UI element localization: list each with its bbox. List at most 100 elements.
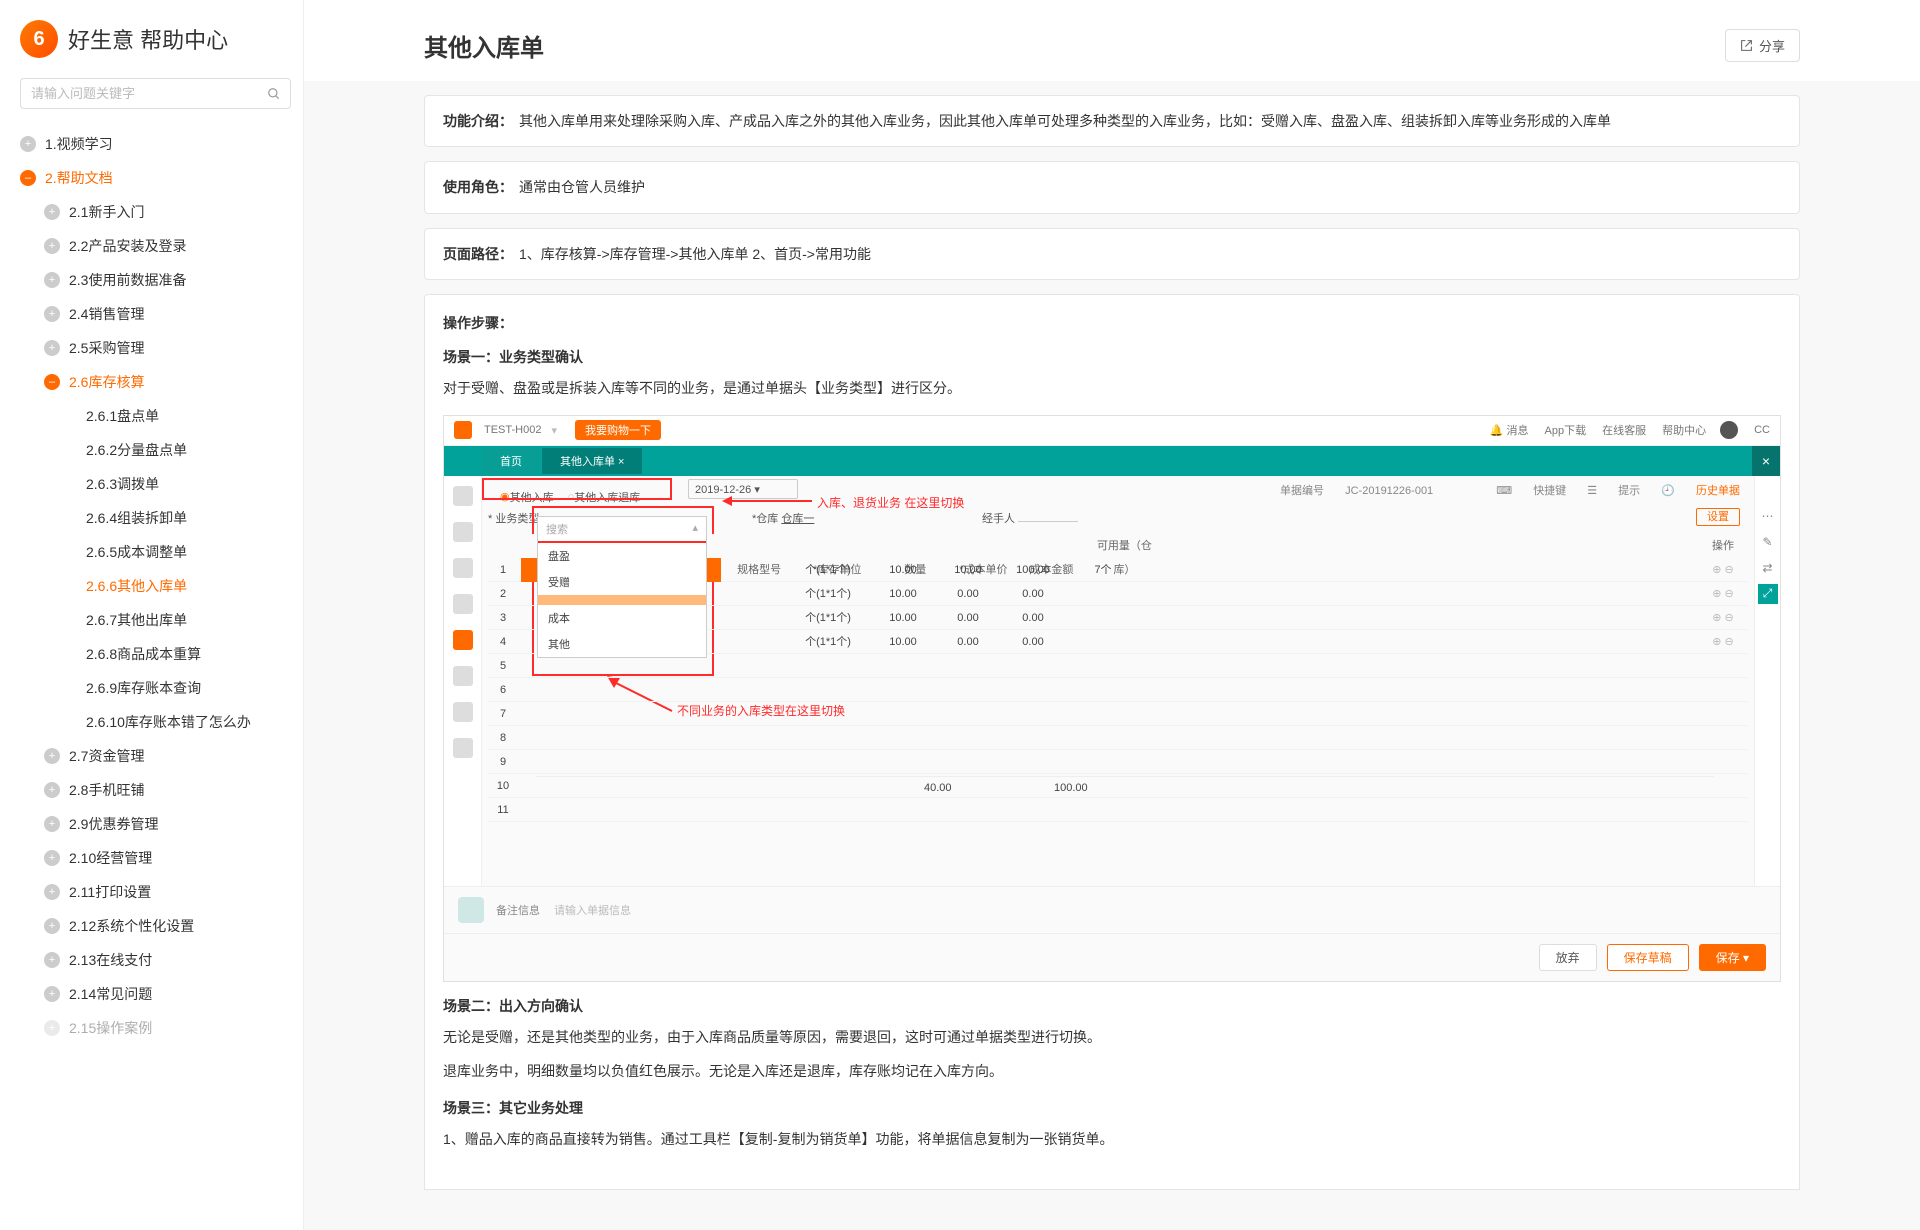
dropdown-item: 其他 xyxy=(538,631,706,657)
nav-item-2-6-8[interactable]: 2.6.8商品成本重算 xyxy=(86,637,291,671)
tab-close-icon: × xyxy=(1752,446,1780,476)
search-box xyxy=(20,78,291,109)
nav-item-2-3[interactable]: +2.3使用前数据准备 xyxy=(44,263,291,297)
tab-home: 首页 xyxy=(482,448,540,474)
nav-item-2-6-9[interactable]: 2.6.9库存账本查询 xyxy=(86,671,291,705)
nav-item-2-6-7[interactable]: 2.6.7其他出库单 xyxy=(86,603,291,637)
nav-item-2-6-3[interactable]: 2.6.3调拨单 xyxy=(86,467,291,501)
plus-icon: + xyxy=(20,136,36,152)
menu-icon xyxy=(453,702,473,722)
save-button: 保存 ▾ xyxy=(1699,944,1766,971)
role-card: 使用角色： 通常由仓管人员维护 xyxy=(424,161,1800,213)
app-logo-icon xyxy=(454,421,472,439)
body-section: 操作步骤： 场景一：业务类型确认 对于受赠、盘盈或是拆装入库等不同的业务，是通过… xyxy=(424,294,1800,1190)
scenario3-text1: 1、赠品入库的商品直接转为销售。通过工具栏【复制-复制为销货单】功能，将单据信息… xyxy=(443,1128,1781,1152)
scenario1-title: 场景一：业务类型确认 xyxy=(443,347,1781,367)
nav-item-2-4[interactable]: +2.4销售管理 xyxy=(44,297,291,331)
shot-rightbar: ⋯ ✎ ⇄ ⤢ xyxy=(1754,476,1780,886)
shot-topbar: TEST-H002 ▾ 我要购物一下 🔔 消息 App下载 在线客服 帮助中心 … xyxy=(444,416,1780,446)
path-label: 页面路径： xyxy=(443,246,513,262)
nav-item-2-6-2[interactable]: 2.6.2分量盘点单 xyxy=(86,433,291,467)
page-title: 其他入库单 xyxy=(424,28,544,63)
nav-item-2-2[interactable]: +2.2产品安装及登录 xyxy=(44,229,291,263)
chevron-down-icon: ▾ xyxy=(551,424,557,437)
shot-tabbar: 首页 其他入库单 × × xyxy=(444,446,1780,476)
nav-item-2-6-1[interactable]: 2.6.1盘点单 xyxy=(86,399,291,433)
screenshot-figure: TEST-H002 ▾ 我要购物一下 🔔 消息 App下载 在线客服 帮助中心 … xyxy=(443,415,1781,982)
doc-no-area: 单据编号 JC-20191226-001 ⌨ 快捷键 ☰ 提示 🕘 历史单据 xyxy=(1262,482,1740,498)
intro-text: 其他入库单用来处理除采购入库、产成品入库之外的其他入库业务，因此其他入库单可处理… xyxy=(519,113,1611,129)
nav-item-2-6-10[interactable]: 2.6.10库存账本错了怎么办 xyxy=(86,705,291,739)
tool-icon: ⋯ xyxy=(1758,506,1778,526)
path-text: 1、库存核算->库存管理->其他入库单 2、首页->常用功能 xyxy=(519,246,871,262)
share-icon xyxy=(1740,39,1753,52)
nav-item-2-13[interactable]: +2.13在线支付 xyxy=(44,943,291,977)
scenario2-text1: 无论是受赠，还是其他类型的业务，由于入库商品质量等原因，需要退回，这时可通过单据… xyxy=(443,1026,1781,1050)
nav-item-2-14[interactable]: +2.14常见问题 xyxy=(44,977,291,1011)
env-label: TEST-H002 xyxy=(484,424,541,436)
table-row: 7 xyxy=(488,702,1748,726)
search-input[interactable] xyxy=(20,78,291,109)
nav-item-2-1[interactable]: +2.1新手入门 xyxy=(44,195,291,229)
nav-item-2-9[interactable]: +2.9优惠券管理 xyxy=(44,807,291,841)
warehouse-label: *仓库 xyxy=(752,513,778,525)
share-button[interactable]: 分享 xyxy=(1725,29,1800,62)
nav-item-2-6-6[interactable]: 2.6.6其他入库单 xyxy=(86,569,291,603)
path-card: 页面路径： 1、库存核算->库存管理->其他入库单 2、首页->常用功能 xyxy=(424,228,1800,280)
menu-icon xyxy=(453,738,473,758)
search-icon[interactable] xyxy=(267,87,281,101)
nav-item-2-6-5[interactable]: 2.6.5成本调整单 xyxy=(86,535,291,569)
intro-card: 功能介绍：其他入库单用来处理除采购入库、产成品入库之外的其他入库业务，因此其他入… xyxy=(424,95,1800,147)
nav-item-2-5[interactable]: +2.5采购管理 xyxy=(44,331,291,365)
nav-item-2-15[interactable]: +2.15操作案例 xyxy=(44,1011,291,1045)
nav-item-2-6-4[interactable]: 2.6.4组装拆卸单 xyxy=(86,501,291,535)
tool-icon: ✎ xyxy=(1758,532,1778,552)
discard-button: 放弃 xyxy=(1539,944,1597,971)
sidebar: 6 好生意 帮助中心 +1.视频学习 –2.帮助文档 +2.1新手入门 +2.2… xyxy=(0,0,304,1230)
operator-label: 经手人 xyxy=(982,513,1015,525)
minus-icon: – xyxy=(20,170,36,186)
logo-icon: 6 xyxy=(20,20,58,58)
dropdown-item: 受赠 xyxy=(538,569,706,595)
site-logo[interactable]: 6 好生意 帮助中心 xyxy=(20,20,291,58)
nav-tree: +1.视频学习 –2.帮助文档 +2.1新手入门 +2.2产品安装及登录 +2.… xyxy=(20,127,291,1045)
menu-icon xyxy=(453,486,473,506)
nav-item-video[interactable]: +1.视频学习 xyxy=(20,127,291,161)
avatar-icon xyxy=(1720,421,1738,439)
nav-item-2-11[interactable]: +2.11打印设置 xyxy=(44,875,291,909)
dropdown-item-selected xyxy=(538,595,706,605)
role-label: 使用角色： xyxy=(443,179,513,195)
dropdown: 搜索▴ 盘盈 受赠 成本 其他 xyxy=(537,516,707,658)
tab-doc: 其他入库单 × xyxy=(542,448,642,474)
nav-item-2-7[interactable]: +2.7资金管理 xyxy=(44,739,291,773)
table-row: 11 xyxy=(488,798,1748,822)
annotation-text-1: 入库、退货业务 在这里切换 xyxy=(817,494,964,511)
menu-icon xyxy=(453,666,473,686)
totals-row: 40.00 100.00 xyxy=(536,776,1714,800)
dropdown-item: 盘盈 xyxy=(538,543,706,569)
arrow-icon xyxy=(722,491,812,511)
top-help: 帮助中心 xyxy=(1662,422,1706,438)
tool-icon-active: ⤢ xyxy=(1758,584,1778,604)
nav-item-docs[interactable]: –2.帮助文档 xyxy=(20,161,291,195)
note-icon xyxy=(458,897,484,923)
draft-button: 保存草稿 xyxy=(1607,944,1689,971)
scenario2-text2: 退库业务中，明细数量均以负值红色展示。无论是入库还是退库，库存账均记在入库方向。 xyxy=(443,1060,1781,1084)
site-title: 好生意 帮助中心 xyxy=(68,23,228,55)
steps-heading: 操作步骤： xyxy=(443,313,1781,333)
shot-footer: 放弃 保存草稿 保存 ▾ xyxy=(444,933,1780,981)
nav-item-2-10[interactable]: +2.10经营管理 xyxy=(44,841,291,875)
menu-icon xyxy=(453,522,473,542)
shot-note-row: 备注信息 请输入单据信息 xyxy=(444,886,1780,933)
nav-item-2-6[interactable]: –2.6库存核算 xyxy=(44,365,291,399)
nav-item-2-8[interactable]: +2.8手机旺铺 xyxy=(44,773,291,807)
nav-item-2-12[interactable]: +2.12系统个性化设置 xyxy=(44,909,291,943)
top-service: 在线客服 xyxy=(1602,422,1646,438)
role-text: 通常由仓管人员维护 xyxy=(519,179,645,195)
scenario3-title: 场景三：其它业务处理 xyxy=(443,1098,1781,1118)
menu-icon-active xyxy=(453,630,473,650)
annotation-box xyxy=(482,478,672,500)
shop-button: 我要购物一下 xyxy=(575,420,661,440)
top-msg: 🔔 消息 xyxy=(1490,422,1529,438)
settings-button: 设置 xyxy=(1696,508,1740,526)
